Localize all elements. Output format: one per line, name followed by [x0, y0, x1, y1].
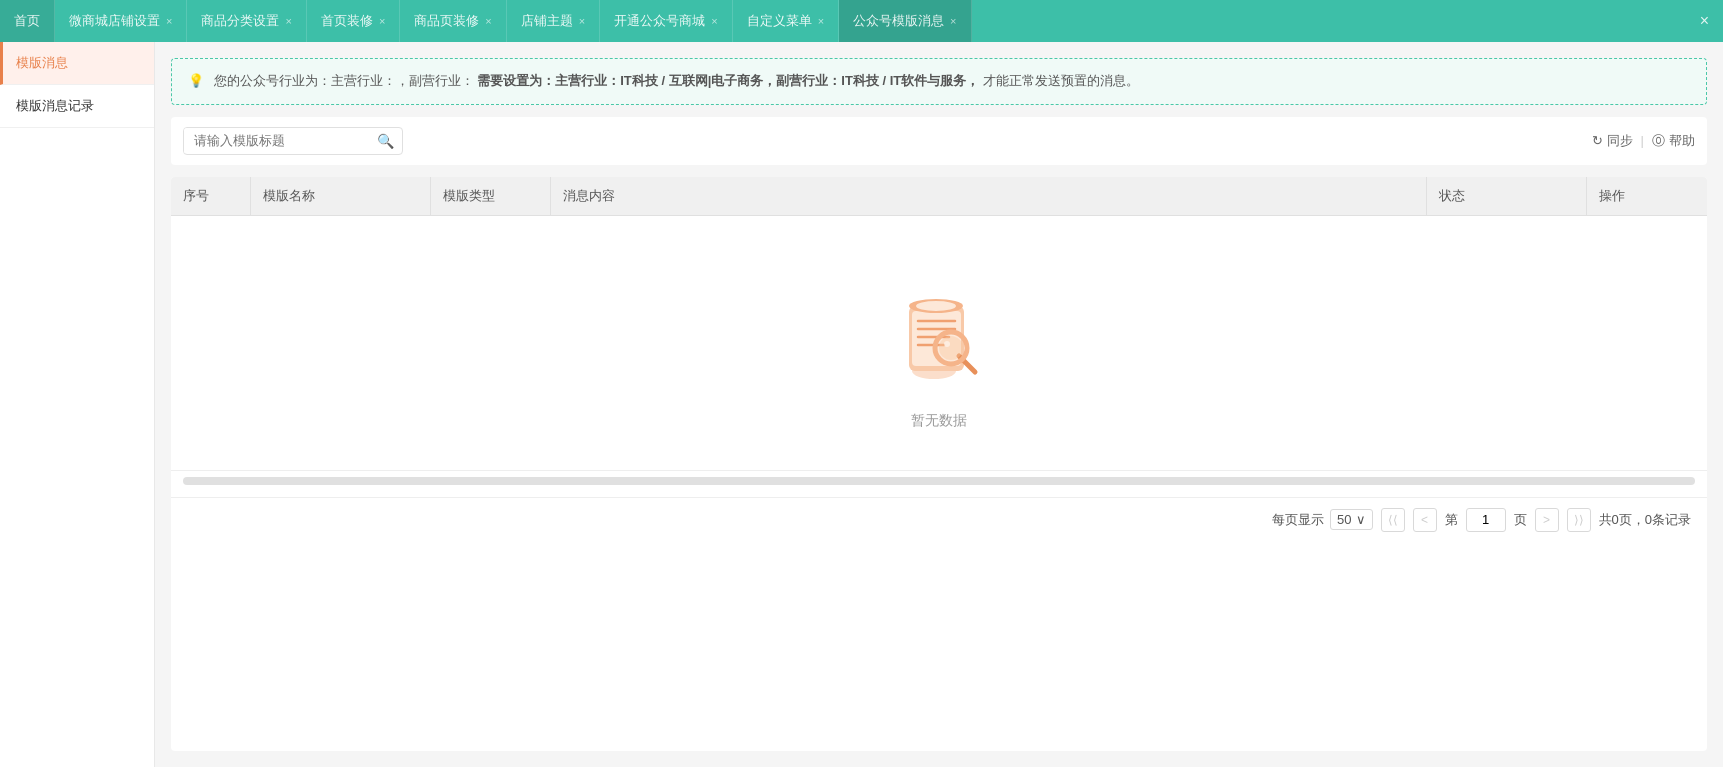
per-page-wrap: 每页显示 50 ∨ [1272, 509, 1372, 530]
col-header-name: 模版名称 [251, 177, 431, 215]
sync-button[interactable]: ↻ 同步 [1592, 132, 1633, 150]
notice-prefix: 您的公众号行业为：主营行业：，副营行业： [214, 73, 474, 88]
refresh-icon: ↻ [1592, 133, 1603, 148]
nav-tab-category[interactable]: 商品分类设置 × [187, 0, 306, 42]
pagination: 每页显示 50 ∨ ⟨⟨ < 第 页 > ⟩⟩ 共0页，0条记录 [171, 497, 1707, 542]
col-header-content: 消息内容 [551, 177, 1427, 215]
lightbulb-icon: 💡 [188, 71, 204, 92]
notice-box: 💡 您的公众号行业为：主营行业：，副营行业： 需要设置为：主营行业：IT科技 /… [171, 58, 1707, 105]
horizontal-scrollbar[interactable] [183, 477, 1695, 485]
top-nav: 首页 微商城店铺设置 × 商品分类设置 × 首页装修 × 商品页装修 × 店铺主… [0, 0, 1723, 42]
nav-tab-home-decor-label: 首页装修 [321, 12, 373, 30]
notice-suffix: 才能正常发送预置的消息。 [983, 73, 1139, 88]
nav-tab-category-label: 商品分类设置 [201, 12, 279, 30]
search-bar: 🔍 ↻ 同步 | ⓪ 帮助 [171, 117, 1707, 165]
col-header-index: 序号 [171, 177, 251, 215]
nav-tab-theme[interactable]: 店铺主题 × [507, 0, 600, 42]
nav-tab-product-decor[interactable]: 商品页装修 × [400, 0, 506, 42]
scrollbar-area[interactable] [171, 470, 1707, 497]
toolbar-divider: | [1641, 133, 1644, 148]
first-page-button[interactable]: ⟨⟨ [1381, 508, 1405, 532]
nav-tab-mall-label: 开通公众号商城 [614, 12, 705, 30]
nav-tab-product-decor-label: 商品页装修 [414, 12, 479, 30]
sync-label: 同步 [1607, 132, 1633, 150]
search-input-wrap: 🔍 [183, 127, 403, 155]
svg-point-8 [916, 301, 956, 311]
prev-page-button[interactable]: < [1413, 508, 1437, 532]
sidebar-item-template-msg[interactable]: 模版消息 [0, 42, 154, 85]
help-circle-icon: ⓪ [1652, 132, 1665, 150]
nav-tab-product-decor-close[interactable]: × [485, 15, 491, 27]
chevron-down-icon: ∨ [1356, 512, 1366, 527]
sidebar-item-template-msg-record-label: 模版消息记录 [16, 98, 94, 113]
nav-tab-home-label: 首页 [14, 12, 40, 30]
pagination-summary: 共0页，0条记录 [1599, 511, 1691, 529]
nav-tab-menu-close[interactable]: × [818, 15, 824, 27]
nav-tab-home[interactable]: 首页 [0, 0, 55, 42]
svg-point-12 [944, 341, 950, 347]
nav-tab-template-msg-close[interactable]: × [950, 15, 956, 27]
search-button[interactable]: 🔍 [369, 128, 402, 154]
sidebar: 模版消息 模版消息记录 [0, 42, 155, 767]
nav-close-all-button[interactable]: × [1686, 0, 1723, 42]
col-header-action: 操作 [1587, 177, 1707, 215]
nav-tab-theme-close[interactable]: × [579, 15, 585, 27]
per-page-select[interactable]: 50 ∨ [1330, 509, 1372, 530]
page-label: 第 [1445, 511, 1458, 529]
empty-illustration [879, 276, 999, 396]
col-header-status: 状态 [1427, 177, 1587, 215]
page-unit: 页 [1514, 511, 1527, 529]
help-button[interactable]: ⓪ 帮助 [1652, 132, 1695, 150]
sidebar-item-template-msg-record[interactable]: 模版消息记录 [0, 85, 154, 128]
search-input[interactable] [184, 128, 369, 153]
nav-tab-template-msg[interactable]: 公众号模版消息 × [839, 0, 971, 42]
table-header: 序号 模版名称 模版类型 消息内容 状态 操作 [171, 177, 1707, 216]
table-container: 序号 模版名称 模版类型 消息内容 状态 操作 [171, 177, 1707, 751]
last-page-button[interactable]: ⟩⟩ [1567, 508, 1591, 532]
main-layout: 模版消息 模版消息记录 💡 您的公众号行业为：主营行业：，副营行业： 需要设置为… [0, 42, 1723, 767]
nav-tab-mall-close[interactable]: × [711, 15, 717, 27]
nav-tab-mall[interactable]: 开通公众号商城 × [600, 0, 732, 42]
empty-state: 暂无数据 [171, 216, 1707, 470]
content-area: 💡 您的公众号行业为：主营行业：，副营行业： 需要设置为：主营行业：IT科技 /… [155, 42, 1723, 767]
nav-tab-home-decor-close[interactable]: × [379, 15, 385, 27]
col-header-type: 模版类型 [431, 177, 551, 215]
nav-tab-theme-label: 店铺主题 [521, 12, 573, 30]
nav-tab-store[interactable]: 微商城店铺设置 × [55, 0, 187, 42]
help-label: 帮助 [1669, 132, 1695, 150]
per-page-label: 每页显示 [1272, 511, 1324, 529]
page-number-input[interactable] [1466, 508, 1506, 532]
next-page-button[interactable]: > [1535, 508, 1559, 532]
nav-tab-menu-label: 自定义菜单 [747, 12, 812, 30]
toolbar-right: ↻ 同步 | ⓪ 帮助 [1592, 132, 1695, 150]
sidebar-item-template-msg-label: 模版消息 [16, 55, 68, 70]
nav-tab-template-msg-label: 公众号模版消息 [853, 12, 944, 30]
empty-text: 暂无数据 [911, 412, 967, 430]
nav-tab-store-close[interactable]: × [166, 15, 172, 27]
nav-tab-category-close[interactable]: × [285, 15, 291, 27]
svg-point-11 [939, 336, 963, 360]
nav-tab-menu[interactable]: 自定义菜单 × [733, 0, 839, 42]
nav-tab-home-decor[interactable]: 首页装修 × [307, 0, 400, 42]
notice-highlight: 需要设置为：主营行业：IT科技 / 互联网|电子商务，副营行业：IT科技 / I… [477, 73, 979, 88]
per-page-value: 50 [1337, 512, 1351, 527]
nav-tab-store-label: 微商城店铺设置 [69, 12, 160, 30]
